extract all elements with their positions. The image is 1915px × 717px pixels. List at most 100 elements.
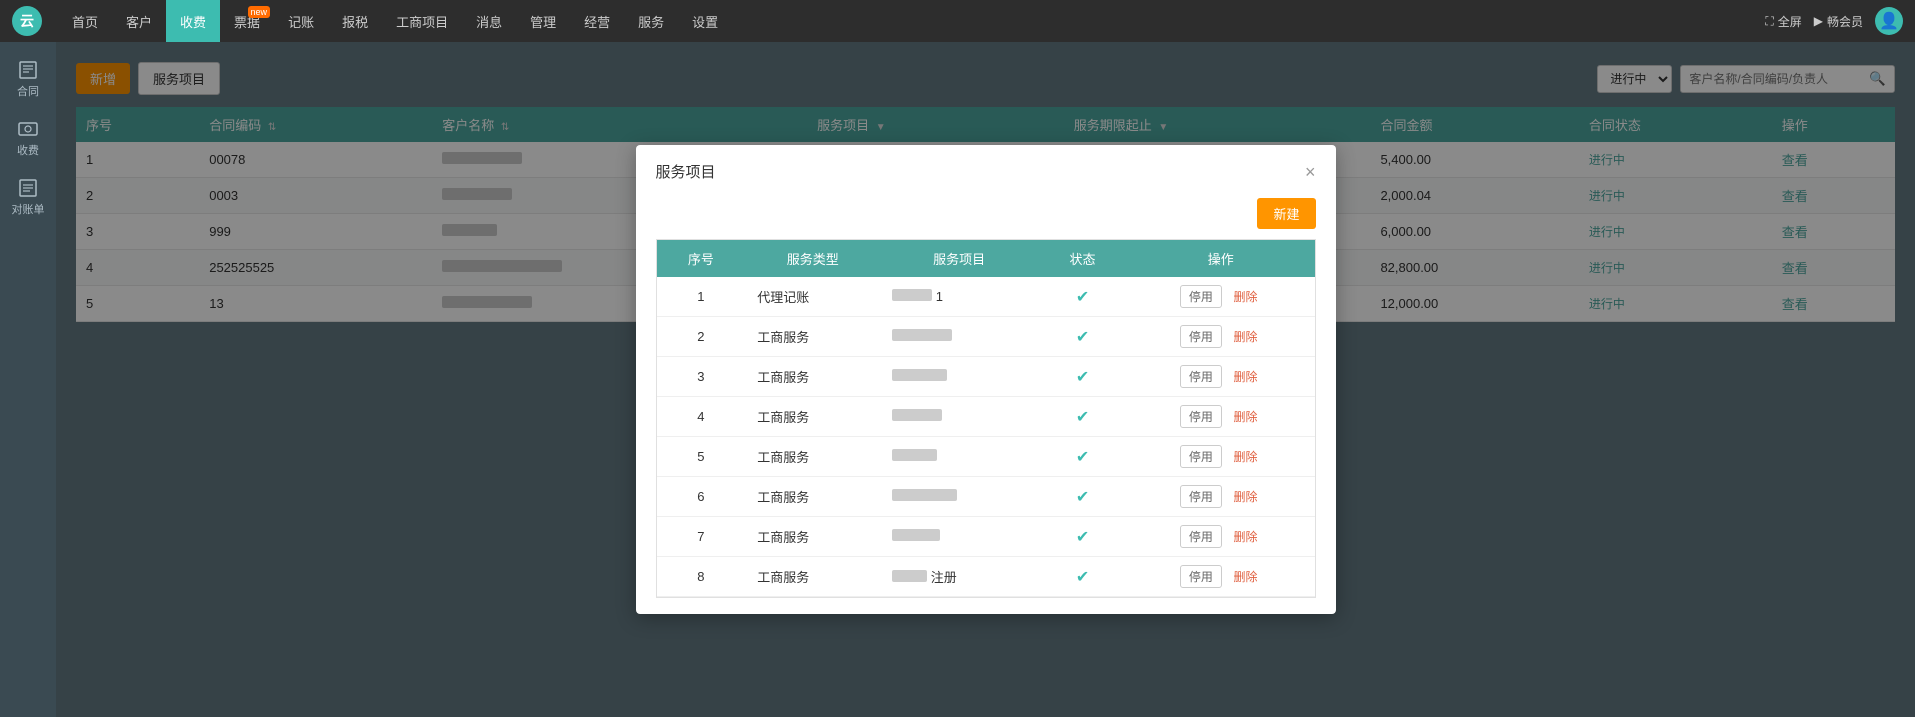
list-item: 7 工商服务 ✔ 停用 删除 xyxy=(657,517,1315,557)
list-item: 2 工商服务 ✔ 停用 删除 xyxy=(657,317,1315,357)
cell-actions: 停用 删除 xyxy=(1127,317,1315,357)
delete-button[interactable]: 删除 xyxy=(1230,526,1262,547)
cell-item xyxy=(880,397,1038,437)
app-logo[interactable]: 云 xyxy=(12,6,42,36)
delete-button[interactable]: 删除 xyxy=(1230,286,1262,307)
cell-type: 工商服务 xyxy=(745,477,880,517)
cell-item: 注册 xyxy=(880,557,1038,597)
stop-button[interactable]: 停用 xyxy=(1180,325,1222,348)
sidebar-item-fee[interactable]: 收费 xyxy=(0,109,56,168)
cell-seq: 3 xyxy=(657,357,746,397)
new-badge: new xyxy=(248,6,271,18)
nav-fee[interactable]: 收费 xyxy=(166,0,220,42)
delete-button[interactable]: 删除 xyxy=(1230,406,1262,427)
nav-home[interactable]: 首页 xyxy=(58,0,112,42)
delete-button[interactable]: 删除 xyxy=(1230,566,1262,587)
video-icon: ▶ xyxy=(1814,14,1823,28)
stop-button[interactable]: 停用 xyxy=(1180,445,1222,468)
statement-icon xyxy=(16,178,40,198)
cell-type: 代理记账 xyxy=(745,277,880,317)
list-item: 8 工商服务 注册 ✔ 停用 删除 xyxy=(657,557,1315,597)
cell-status: ✔ xyxy=(1038,357,1127,397)
cell-seq: 6 xyxy=(657,477,746,517)
fee-icon xyxy=(16,119,40,139)
sidebar-item-contract[interactable]: 合同 xyxy=(0,50,56,109)
fullscreen-icon: ⛶ xyxy=(1765,14,1773,29)
modal-close-button[interactable]: × xyxy=(1305,163,1316,181)
avatar[interactable]: 👤 xyxy=(1875,7,1903,35)
modal-table-wrap[interactable]: 序号 服务类型 服务项目 状态 操作 1 代理记账 xyxy=(656,239,1316,598)
content-area: 新增 服务项目 进行中 已结束 全部 🔍 xyxy=(56,42,1915,717)
top-nav: 云 首页 客户 收费 票据 new 记账 报税 工商项目 消息 管理 经营 服务… xyxy=(0,0,1915,42)
sidebar-item-statement[interactable]: 对账单 xyxy=(0,168,56,227)
delete-button[interactable]: 删除 xyxy=(1230,446,1262,467)
cell-item xyxy=(880,517,1038,557)
cell-actions: 停用 删除 xyxy=(1127,357,1315,397)
cell-item xyxy=(880,317,1038,357)
nav-message[interactable]: 消息 xyxy=(462,0,516,42)
cell-actions: 停用 删除 xyxy=(1127,477,1315,517)
cell-item xyxy=(880,357,1038,397)
cell-actions: 停用 删除 xyxy=(1127,397,1315,437)
service-items-table: 序号 服务类型 服务项目 状态 操作 1 代理记账 xyxy=(657,240,1315,597)
delete-button[interactable]: 删除 xyxy=(1230,486,1262,507)
cell-status: ✔ xyxy=(1038,437,1127,477)
stop-button[interactable]: 停用 xyxy=(1180,365,1222,388)
cell-status: ✔ xyxy=(1038,477,1127,517)
modal-col-type: 服务类型 xyxy=(745,240,880,277)
nav-service[interactable]: 服务 xyxy=(624,0,678,42)
cell-seq: 4 xyxy=(657,397,746,437)
modal-body: 新建 序号 服务类型 服务项目 状态 操作 xyxy=(636,190,1336,614)
avatar-icon: 👤 xyxy=(1879,11,1899,31)
stop-button[interactable]: 停用 xyxy=(1180,405,1222,428)
modal-new-button[interactable]: 新建 xyxy=(1257,198,1315,229)
modal-header: 服务项目 × xyxy=(636,145,1336,190)
cell-status: ✔ xyxy=(1038,397,1127,437)
nav-right: ⛶ 全屏 ▶ 畅会员 👤 xyxy=(1765,7,1903,35)
cell-type: 工商服务 xyxy=(745,397,880,437)
nav-ticket[interactable]: 票据 new xyxy=(220,0,274,42)
modal-col-status: 状态 xyxy=(1038,240,1127,277)
stop-button[interactable]: 停用 xyxy=(1180,485,1222,508)
nav-commerce[interactable]: 工商项目 xyxy=(382,0,462,42)
nav-bookkeeping[interactable]: 记账 xyxy=(274,0,328,42)
member-btn[interactable]: ▶ 畅会员 xyxy=(1814,13,1863,30)
stop-button[interactable]: 停用 xyxy=(1180,525,1222,548)
cell-status: ✔ xyxy=(1038,277,1127,317)
sidebar: 合同 收费 对账单 xyxy=(0,42,56,717)
modal-col-seq: 序号 xyxy=(657,240,746,277)
modal-overlay[interactable]: 服务项目 × 新建 序号 服务类型 服务项目 xyxy=(56,42,1915,717)
nav-manage[interactable]: 管理 xyxy=(516,0,570,42)
cell-type: 工商服务 xyxy=(745,517,880,557)
cell-type: 工商服务 xyxy=(745,317,880,357)
stop-button[interactable]: 停用 xyxy=(1180,565,1222,588)
cell-actions: 停用 删除 xyxy=(1127,437,1315,477)
cell-seq: 2 xyxy=(657,317,746,357)
cell-actions: 停用 删除 xyxy=(1127,277,1315,317)
service-items-modal: 服务项目 × 新建 序号 服务类型 服务项目 xyxy=(636,145,1336,614)
list-item: 4 工商服务 ✔ 停用 删除 xyxy=(657,397,1315,437)
nav-operation[interactable]: 经营 xyxy=(570,0,624,42)
modal-col-action: 操作 xyxy=(1127,240,1315,277)
cell-status: ✔ xyxy=(1038,317,1127,357)
nav-customer[interactable]: 客户 xyxy=(112,0,166,42)
modal-col-item: 服务项目 xyxy=(880,240,1038,277)
nav-tax[interactable]: 报税 xyxy=(328,0,382,42)
contract-icon xyxy=(16,60,40,80)
cell-item: 1 xyxy=(880,277,1038,317)
cell-seq: 5 xyxy=(657,437,746,477)
list-item: 3 工商服务 ✔ 停用 删除 xyxy=(657,357,1315,397)
cell-seq: 1 xyxy=(657,277,746,317)
stop-button[interactable]: 停用 xyxy=(1180,285,1222,308)
list-item: 1 代理记账 1 ✔ 停用 删除 xyxy=(657,277,1315,317)
fullscreen-btn[interactable]: ⛶ 全屏 xyxy=(1765,13,1801,30)
cell-type: 工商服务 xyxy=(745,557,880,597)
main-layout: 合同 收费 对账单 新增 服务项目 进行中 已结束 xyxy=(0,42,1915,717)
modal-title: 服务项目 xyxy=(656,161,716,182)
list-item: 5 工商服务 ✔ 停用 删除 xyxy=(657,437,1315,477)
nav-settings[interactable]: 设置 xyxy=(678,0,732,42)
delete-button[interactable]: 删除 xyxy=(1230,366,1262,387)
cell-type: 工商服务 xyxy=(745,357,880,397)
cell-seq: 7 xyxy=(657,517,746,557)
delete-button[interactable]: 删除 xyxy=(1230,326,1262,347)
